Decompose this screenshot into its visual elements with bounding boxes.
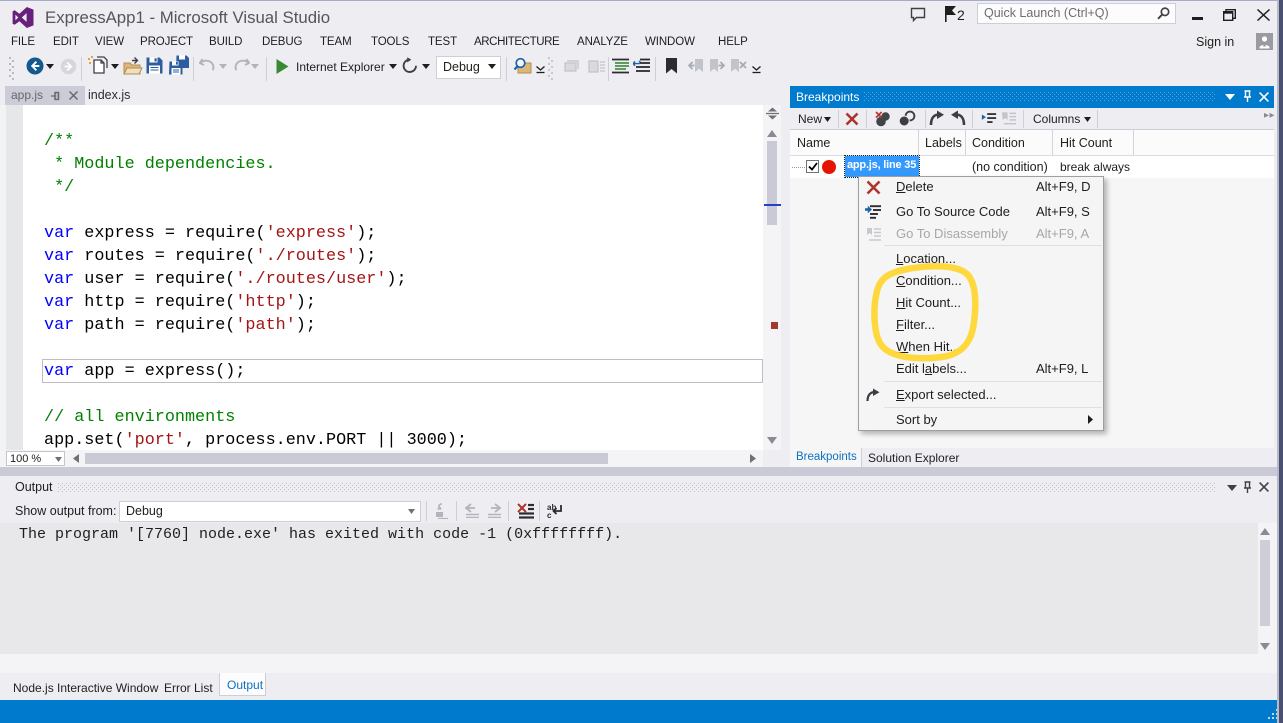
svg-text:c: c	[547, 511, 552, 519]
svg-text:↩: ↩	[633, 58, 641, 70]
